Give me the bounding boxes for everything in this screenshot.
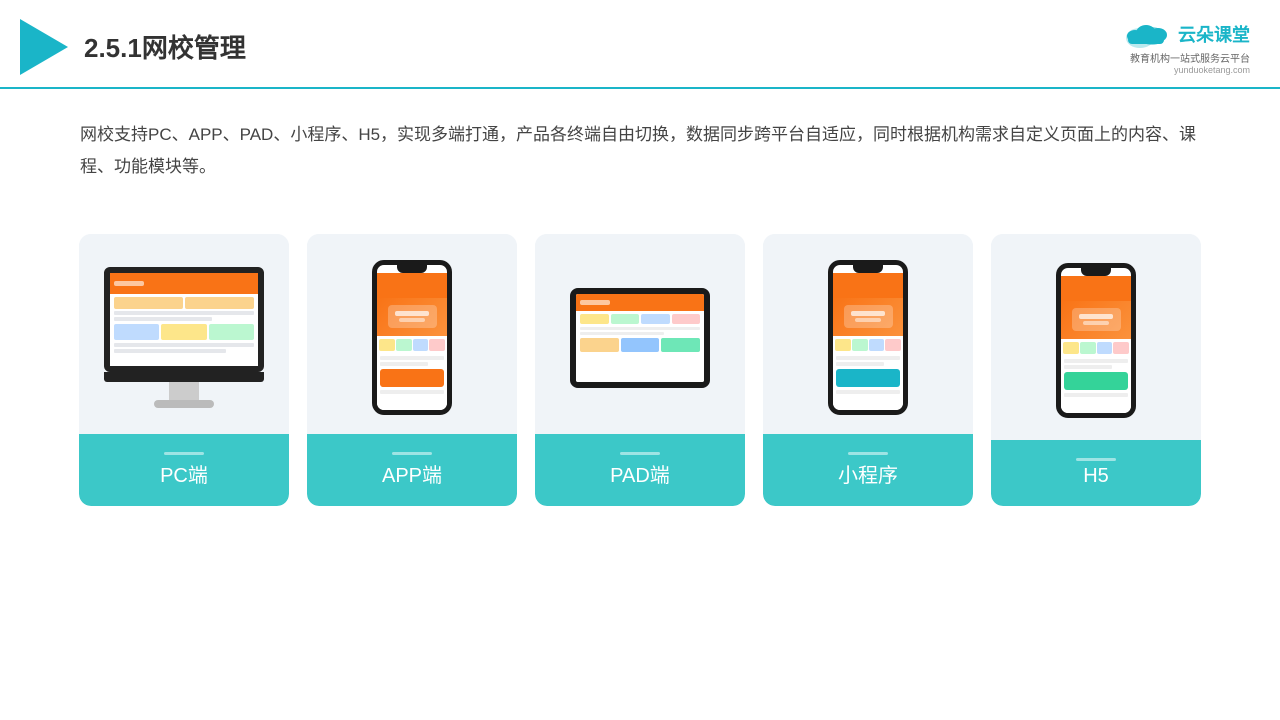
card-app: APP端 xyxy=(307,234,517,506)
brand-url: yunduoketang.com xyxy=(1174,65,1250,75)
label-bar xyxy=(620,452,660,455)
card-pad-image xyxy=(535,234,745,434)
card-mini-image xyxy=(763,234,973,434)
pc-monitor-icon xyxy=(104,267,264,408)
card-mini: 小程序 xyxy=(763,234,973,506)
cloud-icon xyxy=(1120,18,1172,50)
header-left: 2.5.1网校管理 xyxy=(20,19,246,75)
brand-tagline: 教育机构一站式服务云平台 xyxy=(1130,50,1250,65)
card-h5: H5 xyxy=(991,234,1201,506)
card-pad-label: PAD端 xyxy=(535,434,745,506)
brand-logo: 云朵课堂 教育机构一站式服务云平台 yunduoketang.com xyxy=(1120,18,1250,75)
card-pc: PC端 xyxy=(79,234,289,506)
card-app-label: APP端 xyxy=(307,434,517,506)
card-app-image xyxy=(307,234,517,434)
card-h5-label: H5 xyxy=(991,440,1201,506)
card-pc-label: PC端 xyxy=(79,434,289,506)
label-bar xyxy=(392,452,432,455)
label-bar xyxy=(1076,458,1116,461)
tablet-icon xyxy=(570,288,710,388)
phone-app-icon xyxy=(372,260,452,415)
page-title: 2.5.1网校管理 xyxy=(84,28,246,65)
card-pad: PAD端 xyxy=(535,234,745,506)
label-bar xyxy=(164,452,204,455)
brand-icon: 云朵课堂 xyxy=(1120,18,1250,50)
logo-triangle-icon xyxy=(20,19,68,75)
card-mini-label: 小程序 xyxy=(763,434,973,506)
label-bar xyxy=(848,452,888,455)
brand-name: 云朵课堂 xyxy=(1178,21,1250,47)
phone-mini-icon xyxy=(828,260,908,415)
card-pc-image xyxy=(79,234,289,434)
description-text: 网校支持PC、APP、PAD、小程序、H5，实现多端打通，产品各终端自由切换，数… xyxy=(0,89,1280,204)
card-h5-image xyxy=(991,234,1201,440)
header-right: 云朵课堂 教育机构一站式服务云平台 yunduoketang.com xyxy=(1120,18,1250,75)
phone-h5-icon xyxy=(1056,263,1136,418)
header: 2.5.1网校管理 云朵课堂 教育机构一站式服务云平台 yunduoketang… xyxy=(0,0,1280,89)
cards-container: PC端 xyxy=(0,214,1280,526)
